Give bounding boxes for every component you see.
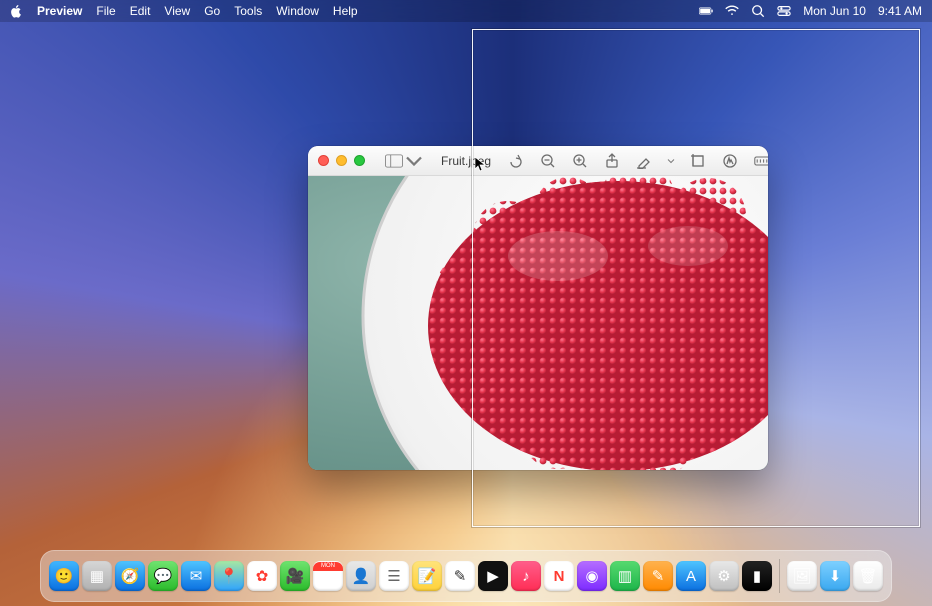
highlight-button[interactable] (635, 152, 653, 170)
dock-app-facetime[interactable]: 🎥 (280, 561, 310, 591)
menu-view[interactable]: View (164, 4, 190, 18)
dock-app-maps[interactable]: 📍 (214, 561, 244, 591)
app-name[interactable]: Preview (37, 4, 82, 18)
zoom-out-button[interactable] (539, 152, 557, 170)
cursor-icon (475, 157, 485, 172)
menu-date[interactable]: Mon Jun 10 (803, 4, 866, 18)
fullscreen-button[interactable] (354, 155, 365, 166)
menu-time[interactable]: 9:41 AM (878, 4, 922, 18)
menu-edit[interactable]: Edit (130, 4, 151, 18)
rotate-left-button[interactable] (507, 152, 525, 170)
control-center-icon[interactable] (777, 4, 791, 18)
window-controls (318, 155, 365, 166)
markup-button[interactable] (721, 152, 739, 170)
dock-app-podcasts[interactable]: ◉ (577, 561, 607, 591)
apple-menu-icon[interactable] (10, 5, 23, 18)
dock-app-calendar[interactable]: MON10 (313, 561, 343, 591)
dock-app-pages[interactable]: ✎ (643, 561, 673, 591)
menu-go[interactable]: Go (204, 4, 220, 18)
menu-bar: Preview File Edit View Go Tools Window H… (0, 0, 932, 22)
dock-app-freeform[interactable]: ✎ (445, 561, 475, 591)
dock-app-preview[interactable]: 🖼 (787, 561, 817, 591)
wifi-icon[interactable] (725, 4, 739, 18)
sidebar-toggle[interactable] (385, 154, 423, 168)
dock-app-notes[interactable]: 📝 (412, 561, 442, 591)
dock-app-mail[interactable]: ✉︎ (181, 561, 211, 591)
dock-app-music[interactable]: ♪ (511, 561, 541, 591)
dock-app-numbers[interactable]: ▥ (610, 561, 640, 591)
chevron-down-icon[interactable] (667, 158, 675, 164)
dock-app-reminders[interactable]: ☰ (379, 561, 409, 591)
dock-app-tv[interactable]: ▶︎ (478, 561, 508, 591)
preview-toolbar (507, 152, 768, 170)
dock-app-iphone-mirror[interactable]: ▮ (742, 561, 772, 591)
image-viewport[interactable] (308, 176, 768, 470)
dock-app-appstore[interactable]: A (676, 561, 706, 591)
dock-app-launchpad[interactable]: ▦ (82, 561, 112, 591)
share-button[interactable] (603, 152, 621, 170)
dock-app-downloads[interactable]: ⬇︎ (820, 561, 850, 591)
dock-app-news[interactable]: N (544, 561, 574, 591)
crop-button[interactable] (689, 152, 707, 170)
dock-app-trash[interactable]: 🗑 (853, 561, 883, 591)
dock-app-safari[interactable]: 🧭 (115, 561, 145, 591)
dock-app-settings[interactable]: ⚙︎ (709, 561, 739, 591)
battery-icon[interactable] (699, 4, 713, 18)
preview-window[interactable]: Fruit.jpeg (308, 146, 768, 470)
inspector-button[interactable] (753, 152, 768, 170)
dock-separator (779, 559, 780, 593)
minimize-button[interactable] (336, 155, 347, 166)
dock: 🙂▦🧭💬✉︎📍✿🎥MON10👤☰📝✎▶︎♪N◉▥✎A⚙︎▮🖼⬇︎🗑 (40, 550, 892, 602)
window-titlebar[interactable]: Fruit.jpeg (308, 146, 768, 176)
spotlight-icon[interactable] (751, 4, 765, 18)
dock-app-contacts[interactable]: 👤 (346, 561, 376, 591)
close-button[interactable] (318, 155, 329, 166)
menu-help[interactable]: Help (333, 4, 358, 18)
menu-window[interactable]: Window (276, 4, 319, 18)
menu-file[interactable]: File (96, 4, 115, 18)
dock-app-messages[interactable]: 💬 (148, 561, 178, 591)
menu-tools[interactable]: Tools (234, 4, 262, 18)
dock-app-finder[interactable]: 🙂 (49, 561, 79, 591)
zoom-in-button[interactable] (571, 152, 589, 170)
dock-app-photos[interactable]: ✿ (247, 561, 277, 591)
